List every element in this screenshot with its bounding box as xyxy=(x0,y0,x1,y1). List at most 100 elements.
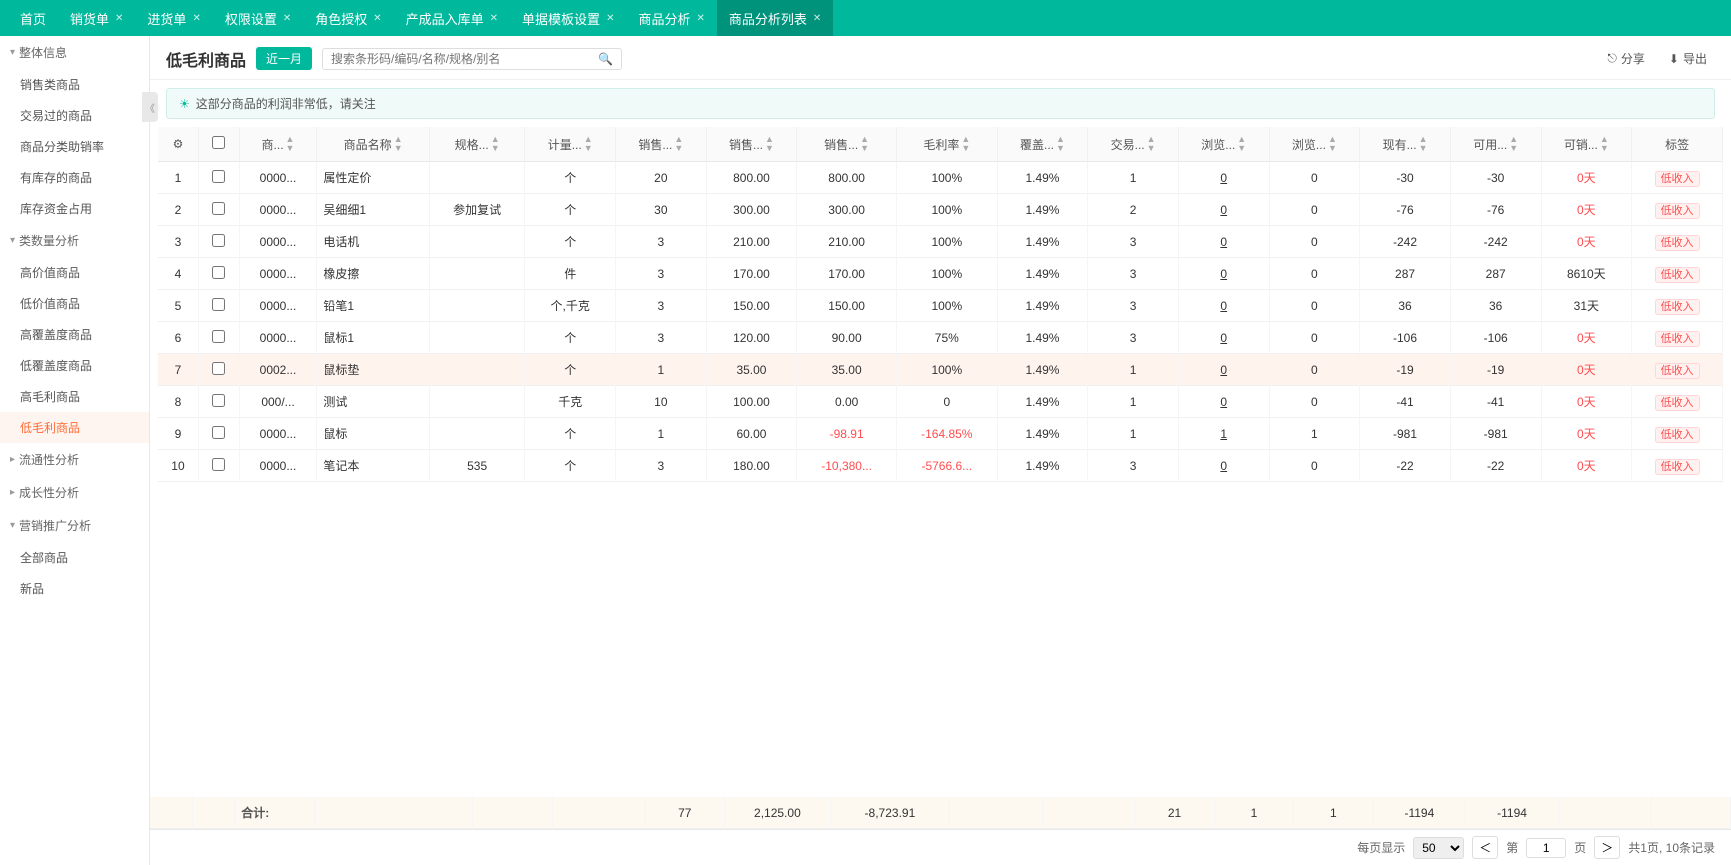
row-coverage: 1.49% xyxy=(997,418,1088,450)
sidebar-item-new-products[interactable]: 新品 xyxy=(0,573,149,604)
sidebar-item-category-assist-rate[interactable]: 商品分类助销率 xyxy=(0,131,149,162)
row-code: 000/... xyxy=(239,386,317,418)
nav-product-analysis-list[interactable]: 商品分析列表 ✕ xyxy=(717,0,833,36)
select-all-checkbox[interactable] xyxy=(212,136,225,149)
row-sale-qty: 30 xyxy=(616,194,707,226)
prev-page-button[interactable]: ＜ xyxy=(1472,836,1498,859)
nav-role-auth[interactable]: 角色授权 ✕ xyxy=(303,0,393,36)
row-checkbox[interactable] xyxy=(198,418,239,450)
sidebar-item-low-value[interactable]: 低价值商品 xyxy=(0,288,149,319)
row-checkbox[interactable] xyxy=(198,322,239,354)
row-checkbox[interactable] xyxy=(198,450,239,482)
nav-close-icon[interactable]: ✕ xyxy=(373,13,381,24)
row-checkbox[interactable] xyxy=(198,290,239,322)
time-filter-button[interactable]: 近一月 xyxy=(256,47,312,70)
next-page-button[interactable]: ＞ xyxy=(1594,836,1620,859)
row-current-stock: -30 xyxy=(1360,162,1451,194)
row-sale-qty: 3 xyxy=(616,450,707,482)
row-transaction: 1 xyxy=(1088,354,1179,386)
col-saleable[interactable]: 可销...▲▼ xyxy=(1541,127,1632,162)
export-icon: ⬇ xyxy=(1669,52,1679,66)
nav-purchase-order[interactable]: 进货单 ✕ xyxy=(135,0,212,36)
col-sale-qty[interactable]: 销售...▲▼ xyxy=(616,127,707,162)
sidebar-group-overall[interactable]: ▾ 整体信息 xyxy=(0,36,149,69)
col-sale-profit[interactable]: 销售...▲▼ xyxy=(797,127,897,162)
nav-close-icon[interactable]: ✕ xyxy=(490,13,498,24)
row-current-stock: -19 xyxy=(1360,354,1451,386)
col-settings[interactable]: ⚙ xyxy=(158,127,198,162)
row-spec: 参加复试 xyxy=(429,194,524,226)
sidebar-group-quantity[interactable]: ▾ 类数量分析 xyxy=(0,224,149,257)
col-browse2[interactable]: 浏览...▲▼ xyxy=(1269,127,1360,162)
sidebar-collapse-button[interactable]: 《 xyxy=(142,92,158,122)
search-icon[interactable]: 🔍 xyxy=(598,52,613,66)
share-button[interactable]: ⎋ 分享 xyxy=(1599,46,1653,71)
col-checkbox[interactable] xyxy=(198,127,239,162)
nav-close-icon[interactable]: ✕ xyxy=(606,13,614,24)
row-transaction: 3 xyxy=(1088,226,1179,258)
row-checkbox[interactable] xyxy=(198,162,239,194)
col-gross-margin[interactable]: 毛利率▲▼ xyxy=(896,127,997,162)
nav-close-icon[interactable]: ✕ xyxy=(283,13,291,24)
export-button[interactable]: ⬇ 导出 xyxy=(1661,46,1715,71)
sidebar-group-marketing[interactable]: ▾ 营销推广分析 xyxy=(0,509,149,542)
row-transaction: 1 xyxy=(1088,418,1179,450)
nav-permission-settings[interactable]: 权限设置 ✕ xyxy=(213,0,303,36)
row-name: 电话机 xyxy=(317,226,430,258)
nav-close-icon[interactable]: ✕ xyxy=(115,13,123,24)
nav-close-icon[interactable]: ✕ xyxy=(696,13,704,24)
row-checkbox[interactable] xyxy=(198,226,239,258)
nav-product-analysis[interactable]: 商品分析 ✕ xyxy=(626,0,716,36)
col-name[interactable]: 商品名称▲▼ xyxy=(317,127,430,162)
nav-template-settings[interactable]: 单据模板设置 ✕ xyxy=(510,0,626,36)
row-spec xyxy=(429,258,524,290)
row-tag: 低收入 xyxy=(1632,162,1723,194)
sidebar: ▾ 整体信息 销售类商品 交易过的商品 商品分类助销率 有库存的商品 库存资金占… xyxy=(0,36,150,865)
row-sale-price: 35.00 xyxy=(706,354,797,386)
col-coverage[interactable]: 覆盖...▲▼ xyxy=(997,127,1088,162)
col-sale-price[interactable]: 销售...▲▼ xyxy=(706,127,797,162)
sidebar-item-traded-products[interactable]: 交易过的商品 xyxy=(0,100,149,131)
col-transaction[interactable]: 交易...▲▼ xyxy=(1088,127,1179,162)
nav-product-inbound[interactable]: 产成品入库单 ✕ xyxy=(394,0,510,36)
nav-sales-order[interactable]: 销货单 ✕ xyxy=(58,0,135,36)
sidebar-item-low-margin[interactable]: 低毛利商品 xyxy=(0,412,149,443)
sidebar-group-label: 类数量分析 xyxy=(19,232,79,249)
col-current-stock[interactable]: 现有...▲▼ xyxy=(1360,127,1451,162)
sidebar-group-circulation[interactable]: ▸ 流通性分析 xyxy=(0,443,149,476)
col-unit[interactable]: 计量...▲▼ xyxy=(525,127,616,162)
row-checkbox[interactable] xyxy=(198,354,239,386)
col-spec[interactable]: 规格...▲▼ xyxy=(429,127,524,162)
nav-close-icon[interactable]: ✕ xyxy=(813,13,821,24)
row-browse2: 0 xyxy=(1269,450,1360,482)
sidebar-item-all-products[interactable]: 全部商品 xyxy=(0,542,149,573)
sidebar-item-high-value[interactable]: 高价值商品 xyxy=(0,257,149,288)
notice-bar: ☀ 这部分商品的利润非常低，请关注 xyxy=(166,88,1715,119)
row-checkbox[interactable] xyxy=(198,258,239,290)
row-saleable: 8610天 xyxy=(1541,258,1632,290)
col-tag[interactable]: 标签 xyxy=(1632,127,1723,162)
sidebar-item-in-stock[interactable]: 有库存的商品 xyxy=(0,162,149,193)
row-checkbox[interactable] xyxy=(198,194,239,226)
row-checkbox[interactable] xyxy=(198,386,239,418)
sidebar-item-low-coverage[interactable]: 低覆盖度商品 xyxy=(0,350,149,381)
nav-home[interactable]: 首页 xyxy=(8,0,58,36)
col-browse1[interactable]: 浏览...▲▼ xyxy=(1178,127,1269,162)
sidebar-item-high-coverage[interactable]: 高覆盖度商品 xyxy=(0,319,149,350)
sidebar-item-inventory-capital[interactable]: 库存资金占用 xyxy=(0,193,149,224)
col-code[interactable]: 商...▲▼ xyxy=(239,127,317,162)
nav-close-icon[interactable]: ✕ xyxy=(192,13,200,24)
per-page-select[interactable]: 50 100 xyxy=(1413,837,1464,859)
row-browse2: 0 xyxy=(1269,354,1360,386)
row-num: 8 xyxy=(158,386,198,418)
search-input[interactable] xyxy=(331,52,598,66)
footer-total-wrapper: 合计: 77 2,125.00 -8,723.91 21 1 1 -1194 xyxy=(150,797,1731,829)
sidebar-item-sales-products[interactable]: 销售类商品 xyxy=(0,69,149,100)
sidebar-item-high-margin[interactable]: 高毛利商品 xyxy=(0,381,149,412)
col-available[interactable]: 可用...▲▼ xyxy=(1450,127,1541,162)
page-number-input[interactable] xyxy=(1526,838,1566,858)
row-available: -242 xyxy=(1450,226,1541,258)
row-sale-profit: 150.00 xyxy=(797,290,897,322)
row-unit: 件 xyxy=(525,258,616,290)
sidebar-group-growth[interactable]: ▸ 成长性分析 xyxy=(0,476,149,509)
